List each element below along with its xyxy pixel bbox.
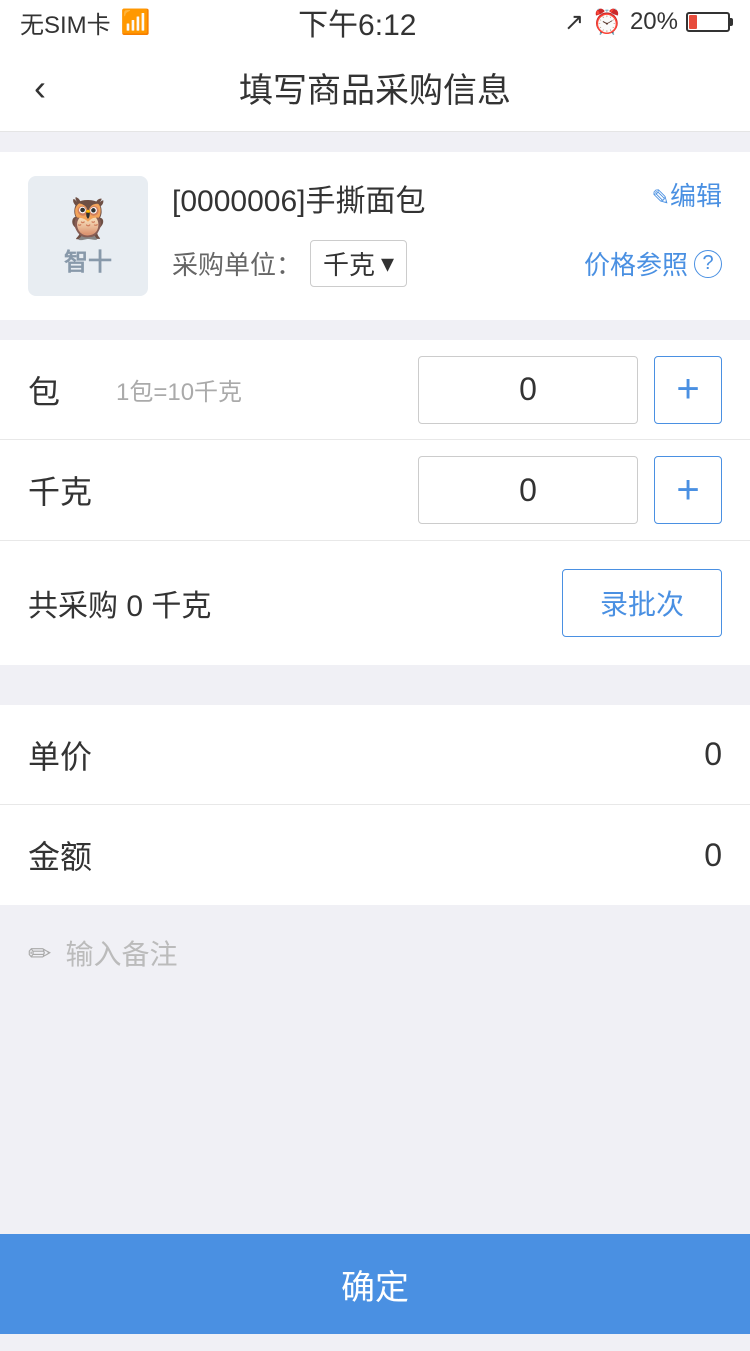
kg-input-row: 千克 + <box>0 440 750 540</box>
back-button[interactable]: ‹ <box>24 57 56 119</box>
remark-section[interactable]: ✏ 输入备注 <box>0 905 750 1001</box>
carrier-label: 无SIM卡 <box>20 5 111 40</box>
separator-1 <box>0 320 750 340</box>
kg-input-wrapper: + <box>108 456 722 524</box>
location-icon: ↗ <box>564 8 584 37</box>
price-ref-help-icon: ? <box>694 250 722 278</box>
product-name: [0000006]手撕面包 ✎编辑 <box>172 176 722 220</box>
amount-label: 金额 <box>28 832 92 878</box>
product-image: 🦉 智十 <box>28 176 148 296</box>
page-title: 填写商品采购信息 <box>239 63 511 112</box>
product-logo-text: 智十 <box>64 242 112 277</box>
status-right: ↗ ⏰ 20% <box>564 8 730 37</box>
dropdown-icon: ▾ <box>381 248 394 279</box>
nav-bar: ‹ 填写商品采购信息 <box>0 44 750 132</box>
battery-icon <box>686 12 730 32</box>
record-batch-button[interactable]: 录批次 <box>562 569 722 637</box>
product-card: 🦉 智十 [0000006]手撕面包 ✎编辑 采购单位： 千克 ▾ 价格参照 ? <box>0 152 750 320</box>
pencil-icon: ✏ <box>28 937 51 970</box>
bag-label: 包 <box>28 367 108 413</box>
product-info: [0000006]手撕面包 ✎编辑 采购单位： 千克 ▾ 价格参照 ? <box>172 176 722 287</box>
amount-row: 金额 0 <box>0 805 750 905</box>
battery-percent: 20% <box>630 8 678 36</box>
bag-input-wrapper: + <box>242 356 722 424</box>
alarm-icon: ⏰ <box>592 8 622 37</box>
unit-price-value: 0 <box>704 736 722 773</box>
status-bar: 无SIM卡 📶 下午6:12 ↗ ⏰ 20% <box>0 0 750 44</box>
amount-value: 0 <box>704 837 722 874</box>
product-logo-icon: 🦉 <box>63 195 113 242</box>
product-unit-row: 采购单位： 千克 ▾ 价格参照 ? <box>172 240 722 287</box>
bag-sublabel: 1包=10千克 <box>116 372 242 407</box>
confirm-button[interactable]: 确定 <box>0 1234 750 1334</box>
unit-price-label: 单价 <box>28 732 92 778</box>
total-section: 共采购 0 千克 录批次 <box>0 540 750 665</box>
status-left: 无SIM卡 📶 <box>20 5 151 40</box>
total-text: 共采购 0 千克 <box>28 581 211 625</box>
price-ref-button[interactable]: 价格参照 ? <box>584 245 722 282</box>
remark-placeholder: 输入备注 <box>65 933 177 973</box>
input-section: 包 1包=10千克 + 千克 + <box>0 340 750 540</box>
total-amount: 0 <box>126 590 143 623</box>
price-section: 单价 0 金额 0 <box>0 705 750 905</box>
unit-label: 采购单位： <box>172 245 302 282</box>
bag-quantity-input[interactable] <box>418 356 638 424</box>
kg-quantity-input[interactable] <box>418 456 638 524</box>
bag-plus-button[interactable]: + <box>654 356 722 424</box>
wifi-icon: 📶 <box>121 8 151 37</box>
status-time: 下午6:12 <box>298 0 416 44</box>
bag-input-row: 包 1包=10千克 + <box>0 340 750 440</box>
total-row: 共采购 0 千克 录批次 <box>0 540 750 665</box>
separator-2 <box>0 665 750 685</box>
kg-label: 千克 <box>28 467 108 513</box>
edit-button[interactable]: ✎编辑 <box>652 176 722 213</box>
unit-price-row: 单价 0 <box>0 705 750 805</box>
kg-plus-button[interactable]: + <box>654 456 722 524</box>
unit-select[interactable]: 千克 ▾ <box>310 240 407 287</box>
